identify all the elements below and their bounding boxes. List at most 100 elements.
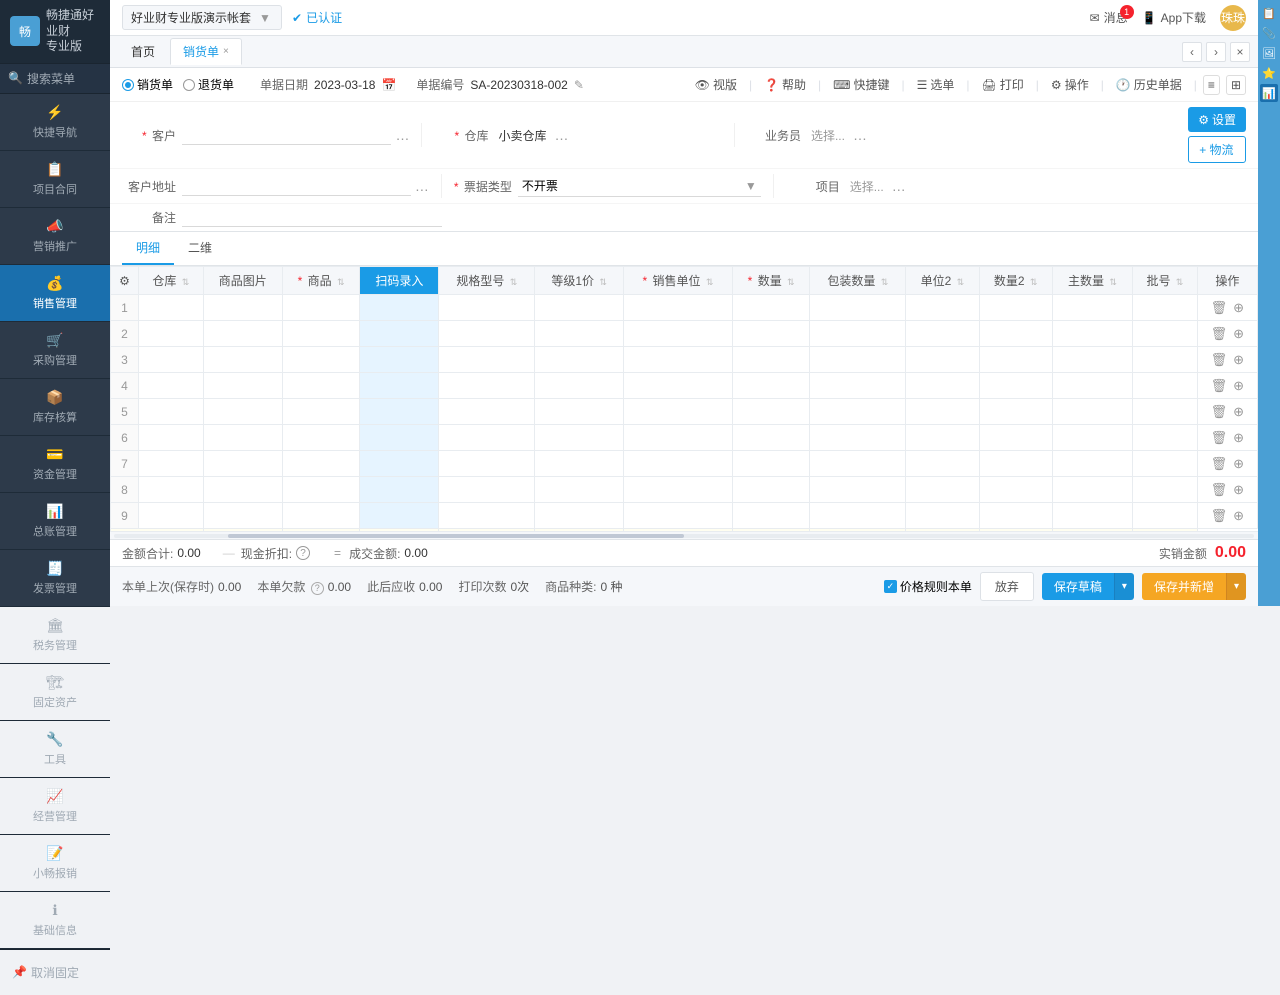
cell-pack-qty[interactable]: [810, 347, 906, 373]
cell-qty2[interactable]: [979, 503, 1052, 529]
delete-icon[interactable]: 🗑: [1211, 378, 1228, 394]
tab-detail[interactable]: 明细: [122, 232, 174, 265]
add-row-button[interactable]: + 物流: [1188, 136, 1246, 163]
cell-sale-unit[interactable]: [624, 295, 733, 321]
calendar-icon[interactable]: 📅: [381, 78, 396, 92]
cell-main-qty[interactable]: [1052, 451, 1132, 477]
copy-icon[interactable]: ⊕: [1233, 456, 1244, 472]
warehouse-value[interactable]: 小卖仓库: [494, 125, 550, 146]
sidebar-item-purchase[interactable]: 🛒 采购管理: [0, 322, 110, 379]
debt-help-icon[interactable]: ?: [311, 582, 324, 595]
right-panel-icon-2[interactable]: 📎: [1260, 24, 1278, 42]
save-new-arrow-button[interactable]: ▾: [1226, 573, 1246, 600]
scroll-thumb[interactable]: [228, 534, 684, 538]
cell-sale-unit[interactable]: [624, 321, 733, 347]
delete-icon[interactable]: 🗑: [1211, 508, 1228, 524]
cell-product[interactable]: [282, 295, 360, 321]
cell-main-qty[interactable]: [1052, 503, 1132, 529]
cell-batch[interactable]: [1133, 477, 1198, 503]
cell-qty[interactable]: [732, 321, 810, 347]
cell-scan[interactable]: [360, 503, 439, 529]
cell-batch[interactable]: [1133, 347, 1198, 373]
copy-icon[interactable]: ⊕: [1233, 352, 1244, 368]
sidebar-item-project[interactable]: 📋 项目合同: [0, 151, 110, 208]
address-input[interactable]: [182, 177, 411, 196]
right-panel-icon-3[interactable]: 🖼: [1260, 44, 1278, 62]
cell-unit2[interactable]: [906, 295, 979, 321]
cell-qty2[interactable]: [979, 425, 1052, 451]
project-more-icon[interactable]: …: [892, 178, 906, 194]
cell-spec[interactable]: [439, 477, 535, 503]
delete-icon[interactable]: 🗑: [1211, 482, 1228, 498]
cell-price1[interactable]: [535, 295, 624, 321]
sidebar-item-reports[interactable]: 📝 小畅报销: [0, 835, 110, 892]
edit-no-icon[interactable]: ✎: [574, 78, 584, 92]
cell-image[interactable]: [203, 321, 282, 347]
copy-icon[interactable]: ⊕: [1233, 326, 1244, 342]
preview-button[interactable]: 👁 视版: [689, 74, 743, 95]
cell-qty[interactable]: [732, 399, 810, 425]
cell-warehouse[interactable]: [139, 373, 204, 399]
cell-unit2[interactable]: [906, 321, 979, 347]
cell-product[interactable]: [282, 425, 360, 451]
address-more-icon[interactable]: …: [415, 178, 429, 194]
cell-batch[interactable]: [1133, 503, 1198, 529]
copy-icon[interactable]: ⊕: [1233, 508, 1244, 524]
sidebar-item-quick-nav[interactable]: ⚡ 快捷导航: [0, 94, 110, 151]
sidebar-item-inventory[interactable]: 📦 库存核算: [0, 379, 110, 436]
warehouse-more-icon[interactable]: …: [555, 127, 569, 143]
th-image[interactable]: 商品图片: [203, 267, 282, 295]
cell-price1[interactable]: [535, 347, 624, 373]
cell-sale-unit[interactable]: [624, 399, 733, 425]
copy-icon[interactable]: ⊕: [1233, 378, 1244, 394]
cell-scan[interactable]: [360, 477, 439, 503]
cell-qty[interactable]: [732, 503, 810, 529]
cell-main-qty[interactable]: [1052, 477, 1132, 503]
cell-warehouse[interactable]: [139, 425, 204, 451]
cell-spec[interactable]: [439, 425, 535, 451]
cell-batch[interactable]: [1133, 321, 1198, 347]
cell-image[interactable]: [203, 399, 282, 425]
cell-image[interactable]: [203, 373, 282, 399]
th-scan[interactable]: 扫码录入: [360, 267, 439, 295]
cell-batch[interactable]: [1133, 399, 1198, 425]
cell-pack-qty[interactable]: [810, 373, 906, 399]
radio-return[interactable]: 退货单: [183, 76, 234, 93]
message-button[interactable]: ✉ 消息 1: [1090, 9, 1128, 26]
cell-warehouse[interactable]: [139, 399, 204, 425]
cell-unit2[interactable]: [906, 347, 979, 373]
cell-qty[interactable]: [732, 295, 810, 321]
cell-spec[interactable]: [439, 295, 535, 321]
cell-scan[interactable]: [360, 373, 439, 399]
cell-price1[interactable]: [535, 425, 624, 451]
tab-2d[interactable]: 二维: [174, 232, 226, 265]
cell-product[interactable]: [282, 477, 360, 503]
tab-close-icon[interactable]: ×: [223, 46, 229, 57]
cell-scan[interactable]: [360, 425, 439, 451]
cell-scan[interactable]: [360, 295, 439, 321]
cell-scan[interactable]: [360, 321, 439, 347]
price-rule-checkbox[interactable]: ✓ 价格规则本单: [884, 578, 972, 595]
app-download-button[interactable]: 📱 App下载: [1142, 9, 1206, 26]
abandon-button[interactable]: 放弃: [980, 572, 1034, 601]
cell-unit2[interactable]: [906, 399, 979, 425]
cell-main-qty[interactable]: [1052, 373, 1132, 399]
copy-icon[interactable]: ⊕: [1233, 404, 1244, 420]
cell-batch[interactable]: [1133, 295, 1198, 321]
setup-button[interactable]: ⚙ 设置: [1188, 107, 1246, 132]
cell-product[interactable]: [282, 347, 360, 373]
cell-main-qty[interactable]: [1052, 347, 1132, 373]
sidebar-item-sales[interactable]: 💰 销售管理: [0, 265, 110, 322]
right-panel-icon-1[interactable]: 📋: [1260, 4, 1278, 22]
tab-next-button[interactable]: ›: [1206, 42, 1226, 62]
view-toggle-list[interactable]: ≡: [1203, 75, 1220, 95]
cell-warehouse[interactable]: [139, 321, 204, 347]
th-qty[interactable]: * 数量 ⇅: [732, 267, 810, 295]
cell-qty[interactable]: [732, 347, 810, 373]
cell-warehouse[interactable]: [139, 347, 204, 373]
cell-main-qty[interactable]: [1052, 321, 1132, 347]
cell-image[interactable]: [203, 503, 282, 529]
cell-sale-unit[interactable]: [624, 503, 733, 529]
cell-product[interactable]: [282, 373, 360, 399]
delete-icon[interactable]: 🗑: [1211, 456, 1228, 472]
